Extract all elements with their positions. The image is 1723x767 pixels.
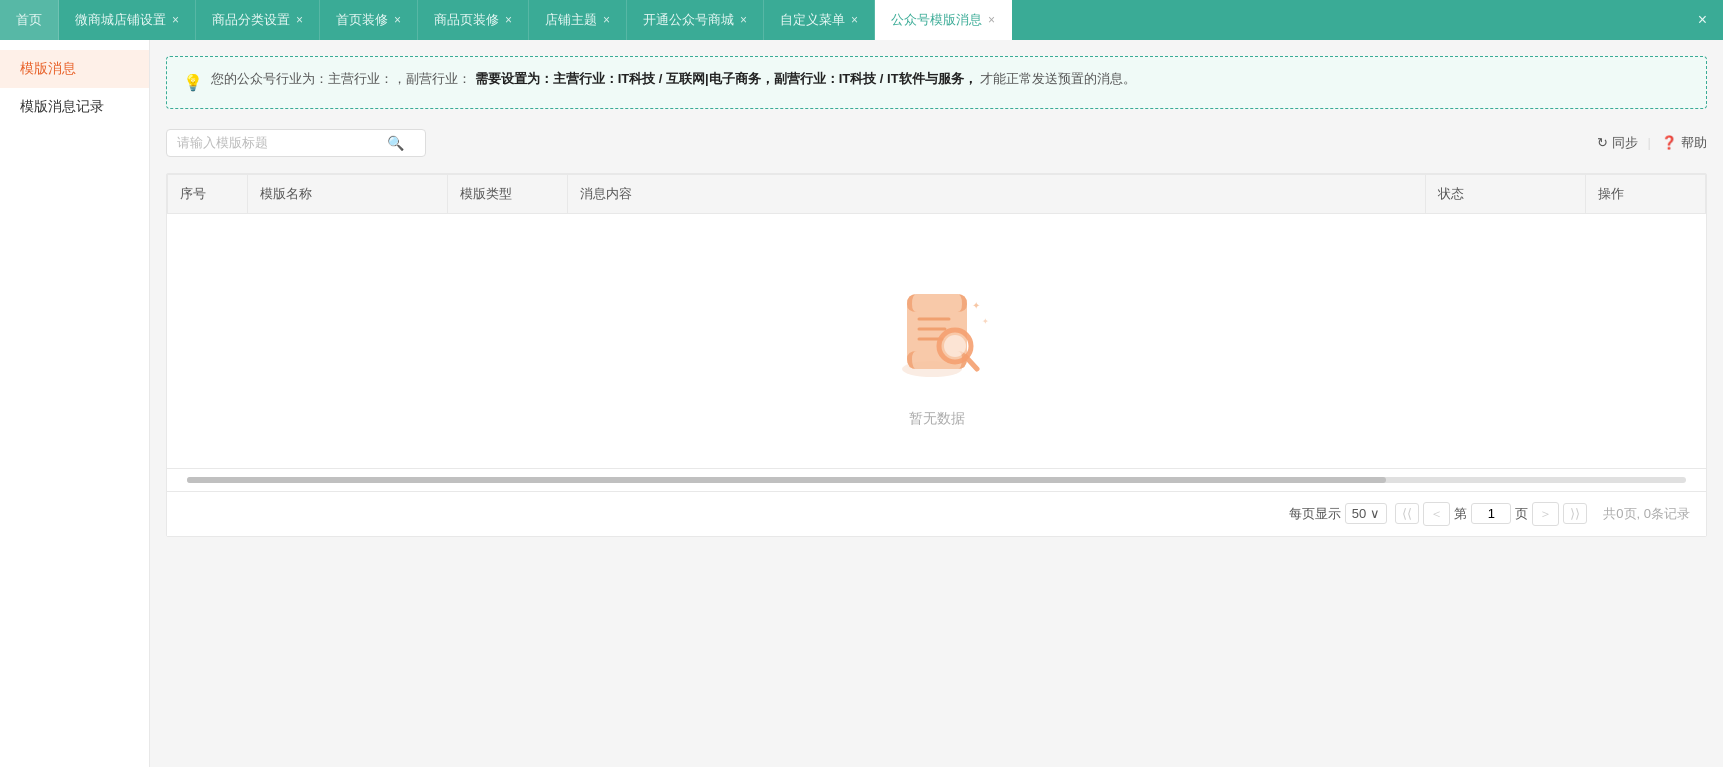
page-size-value: 50 [1352, 506, 1366, 521]
help-button[interactable]: ❓ 帮助 [1661, 134, 1707, 152]
sidebar-item-template-msg-label: 模版消息 [20, 60, 76, 76]
tab-home-decor[interactable]: 首页装修 × [320, 0, 418, 40]
tab-template-msg-close[interactable]: × [988, 13, 995, 27]
empty-state: ✦ ✦ 暂无数据 [168, 214, 1706, 468]
col-index: 序号 [168, 174, 248, 213]
sidebar-item-template-msg-records-label: 模版消息记录 [20, 98, 104, 114]
page-size-box[interactable]: 50 ∨ [1345, 503, 1387, 524]
tab-category-setting-close[interactable]: × [296, 13, 303, 27]
tab-category-setting[interactable]: 商品分类设置 × [196, 0, 320, 40]
horizontal-scrollbar-area [167, 468, 1706, 491]
search-icon[interactable]: 🔍 [387, 135, 404, 151]
page-label-before: 第 [1454, 505, 1467, 523]
col-action: 操作 [1586, 174, 1706, 213]
sync-icon: ↻ [1597, 135, 1608, 150]
tab-shop-theme-close[interactable]: × [603, 13, 610, 27]
tab-custom-menu[interactable]: 自定义菜单 × [764, 0, 875, 40]
last-page-button[interactable]: ⟩⟩ [1563, 503, 1587, 524]
info-banner-text-before: 您的公众号行业为：主营行业：，副营行业： [211, 71, 471, 86]
horizontal-scrollbar[interactable] [187, 477, 1686, 483]
search-actions: ↻ 同步 | ❓ 帮助 [1597, 134, 1707, 152]
sidebar: 模版消息 模版消息记录 [0, 40, 150, 767]
svg-point-5 [944, 335, 966, 357]
sync-label: 同步 [1612, 134, 1638, 152]
svg-line-6 [966, 357, 977, 369]
table-body: ✦ ✦ 暂无数据 [168, 213, 1706, 468]
tab-open-mall-label: 开通公众号商城 [643, 11, 734, 29]
tab-shop-setting-label: 微商城店铺设置 [75, 11, 166, 29]
tab-product-decor-label: 商品页装修 [434, 11, 499, 29]
bulb-icon: 💡 [183, 70, 203, 96]
col-status: 状态 [1426, 174, 1586, 213]
tab-shop-setting-close[interactable]: × [172, 13, 179, 27]
page-number-input[interactable] [1471, 503, 1511, 524]
next-page-button[interactable]: ＞ [1532, 502, 1559, 526]
pagination: 每页显示 50 ∨ ⟨⟨ ＜ 第 页 ＞ ⟩⟩ [167, 491, 1706, 536]
col-type: 模版类型 [448, 174, 568, 213]
page-input-wrap: 第 页 [1454, 503, 1528, 524]
help-icon: ❓ [1661, 135, 1677, 150]
tab-open-mall[interactable]: 开通公众号商城 × [627, 0, 764, 40]
tab-template-msg-label: 公众号模版消息 [891, 11, 982, 29]
tab-product-decor[interactable]: 商品页装修 × [418, 0, 529, 40]
tab-open-mall-close[interactable]: × [740, 13, 747, 27]
chevron-down-icon: ∨ [1370, 506, 1380, 521]
info-banner: 💡 您的公众号行业为：主营行业：，副营行业： 需要设置为：主营行业：IT科技 /… [166, 56, 1707, 109]
info-banner-highlight: 需要设置为：主营行业：IT科技 / 互联网|电子商务，副营行业：IT科技 / I… [475, 71, 977, 86]
page-label-after: 页 [1515, 505, 1528, 523]
search-input[interactable] [177, 135, 387, 150]
sidebar-item-template-msg-records[interactable]: 模版消息记录 [0, 88, 149, 126]
help-label: 帮助 [1681, 134, 1707, 152]
prev-page-button[interactable]: ＜ [1423, 502, 1450, 526]
tab-template-msg[interactable]: 公众号模版消息 × [875, 0, 1012, 40]
tab-home[interactable]: 首页 [0, 0, 59, 40]
table-header-row: 序号 模版名称 模版类型 消息内容 状态 操作 [168, 174, 1706, 213]
page-size-selector: 每页显示 50 ∨ [1289, 503, 1387, 524]
tab-bar: 首页 微商城店铺设置 × 商品分类设置 × 首页装修 × 商品页装修 × 店铺主… [0, 0, 1723, 40]
tab-category-setting-label: 商品分类设置 [212, 11, 290, 29]
tab-shop-theme[interactable]: 店铺主题 × [529, 0, 627, 40]
search-bar: 🔍 ↻ 同步 | ❓ 帮助 [166, 129, 1707, 157]
table-container: 序号 模版名称 模版类型 消息内容 状态 操作 [166, 173, 1707, 537]
tab-shop-theme-label: 店铺主题 [545, 11, 597, 29]
sidebar-item-template-msg[interactable]: 模版消息 [0, 50, 149, 88]
tab-shop-setting[interactable]: 微商城店铺设置 × [59, 0, 196, 40]
empty-row: ✦ ✦ 暂无数据 [168, 213, 1706, 468]
search-input-wrap: 🔍 [166, 129, 426, 157]
toolbar-divider: | [1648, 135, 1651, 150]
tab-custom-menu-close[interactable]: × [851, 13, 858, 27]
main-layout: 模版消息 模版消息记录 💡 您的公众号行业为：主营行业：，副营行业： 需要设置为… [0, 40, 1723, 767]
page-navigation: ⟨⟨ ＜ 第 页 ＞ ⟩⟩ [1395, 502, 1587, 526]
tab-home-decor-label: 首页装修 [336, 11, 388, 29]
tab-custom-menu-label: 自定义菜单 [780, 11, 845, 29]
info-banner-text-after: 才能正常发送预置的消息。 [980, 71, 1136, 86]
page-size-label: 每页显示 [1289, 505, 1341, 523]
scrollbar-thumb[interactable] [187, 477, 1386, 483]
total-info: 共0页, 0条记录 [1603, 505, 1690, 523]
table-head: 序号 模版名称 模版类型 消息内容 状态 操作 [168, 174, 1706, 213]
col-name: 模版名称 [248, 174, 448, 213]
content-area: 💡 您的公众号行业为：主营行业：，副营行业： 需要设置为：主营行业：IT科技 /… [150, 40, 1723, 767]
tab-product-decor-close[interactable]: × [505, 13, 512, 27]
info-banner-text: 您的公众号行业为：主营行业：，副营行业： 需要设置为：主营行业：IT科技 / 互… [211, 69, 1136, 90]
first-page-button[interactable]: ⟨⟨ [1395, 503, 1419, 524]
empty-illustration: ✦ ✦ [877, 274, 997, 394]
empty-text: 暂无数据 [909, 410, 965, 428]
data-table: 序号 模版名称 模版类型 消息内容 状态 操作 [167, 174, 1706, 468]
col-content: 消息内容 [568, 174, 1426, 213]
svg-text:✦: ✦ [982, 317, 989, 326]
tab-home-decor-close[interactable]: × [394, 13, 401, 27]
tab-home-label: 首页 [16, 11, 42, 29]
svg-text:✦: ✦ [972, 300, 980, 311]
close-all-tabs-button[interactable]: × [1682, 11, 1723, 29]
sync-button[interactable]: ↻ 同步 [1597, 134, 1638, 152]
